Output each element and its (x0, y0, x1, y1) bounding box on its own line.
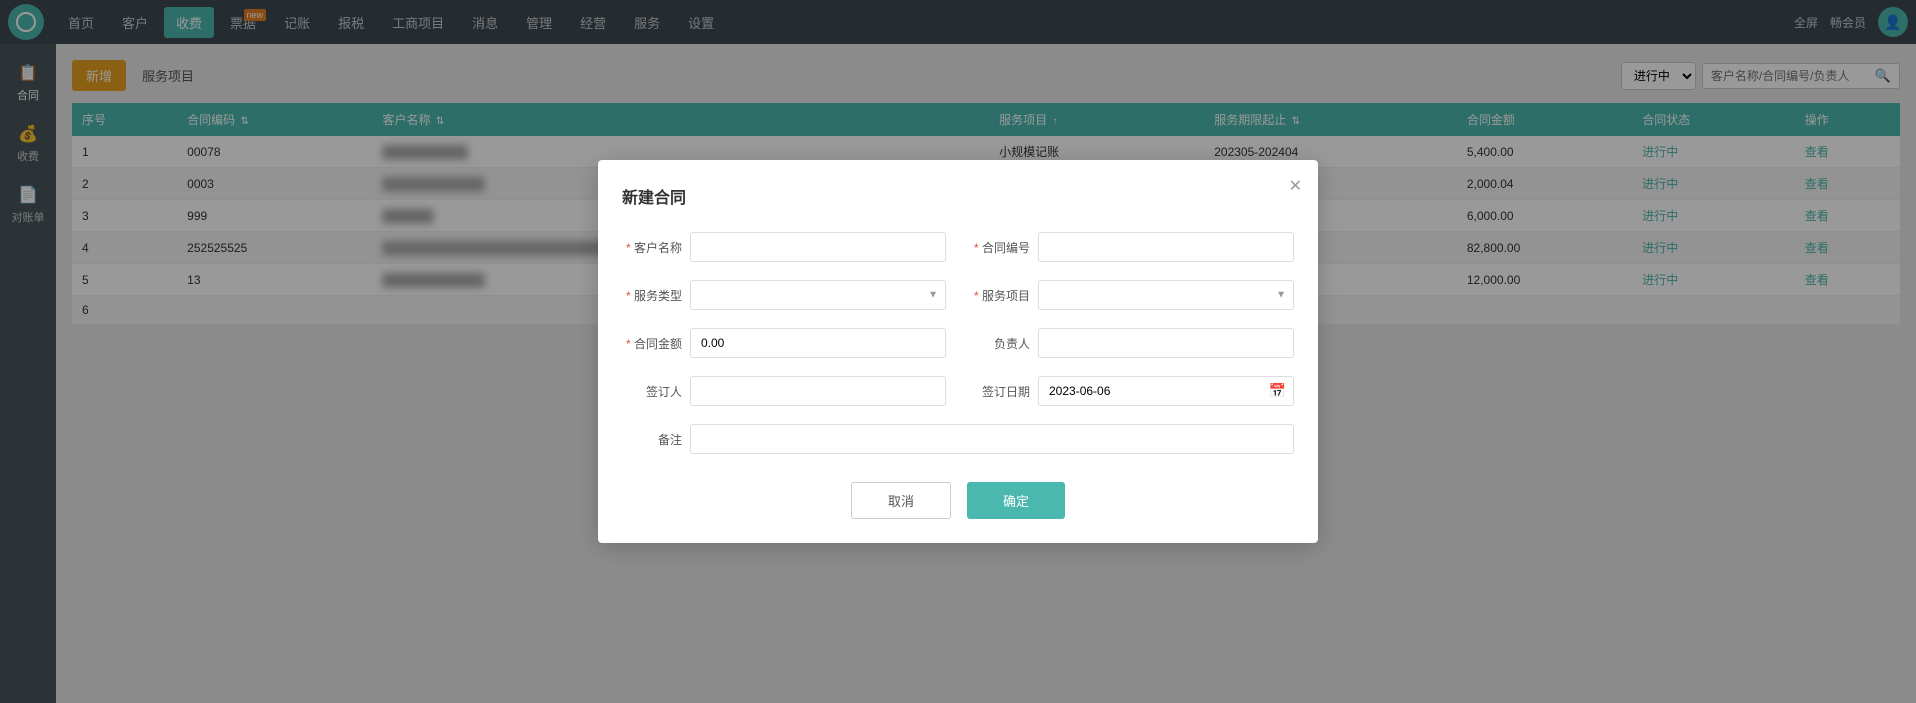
close-icon[interactable]: ✕ (1289, 176, 1302, 196)
form-row-5: 备注 (622, 424, 1294, 454)
calendar-icon[interactable]: 📅 (1269, 383, 1286, 400)
field-remark: 备注 (622, 424, 1294, 454)
label-customer-name: 客户名称 (622, 239, 682, 256)
date-wrapper-sign: 📅 (1038, 376, 1294, 406)
field-contract-amount: 合同金额 (622, 328, 946, 358)
label-contract-amount: 合同金额 (622, 335, 682, 352)
cancel-button[interactable]: 取消 (851, 482, 951, 519)
label-contract-no: 合同编号 (970, 239, 1030, 256)
label-signer: 签订人 (622, 383, 682, 400)
select-wrapper-service-item: ▼ (1038, 280, 1294, 310)
select-service-item[interactable] (1038, 280, 1294, 310)
form-row-2: 服务类型 ▼ 服务项目 ▼ (622, 280, 1294, 310)
input-sign-date[interactable] (1038, 376, 1294, 406)
input-signer[interactable] (690, 376, 946, 406)
field-responsible-person: 负责人 (970, 328, 1294, 358)
modal-footer: 取消 确定 (622, 482, 1294, 519)
field-service-type: 服务类型 ▼ (622, 280, 946, 310)
label-sign-date: 签订日期 (970, 383, 1030, 400)
new-contract-modal: ✕ 新建合同 客户名称 合同编号 服务类型 ▼ (598, 160, 1318, 543)
label-remark: 备注 (622, 431, 682, 448)
modal-overlay[interactable]: ✕ 新建合同 客户名称 合同编号 服务类型 ▼ (0, 0, 1916, 703)
field-service-item: 服务项目 ▼ (970, 280, 1294, 310)
form-row-1: 客户名称 合同编号 (622, 232, 1294, 262)
field-signer: 签订人 (622, 376, 946, 406)
form-row-4: 签订人 签订日期 📅 (622, 376, 1294, 406)
field-customer-name: 客户名称 (622, 232, 946, 262)
input-contract-no[interactable] (1038, 232, 1294, 262)
label-responsible-person: 负责人 (970, 335, 1030, 352)
input-responsible-person[interactable] (1038, 328, 1294, 358)
input-contract-amount[interactable] (690, 328, 946, 358)
field-sign-date: 签订日期 📅 (970, 376, 1294, 406)
select-wrapper-service-type: ▼ (690, 280, 946, 310)
select-service-type[interactable] (690, 280, 946, 310)
form-row-3: 合同金额 负责人 (622, 328, 1294, 358)
label-service-item: 服务项目 (970, 287, 1030, 304)
field-contract-no: 合同编号 (970, 232, 1294, 262)
label-service-type: 服务类型 (622, 287, 682, 304)
input-customer-name[interactable] (690, 232, 946, 262)
input-remark[interactable] (690, 424, 1294, 454)
modal-title: 新建合同 (622, 184, 1294, 208)
confirm-button[interactable]: 确定 (967, 482, 1065, 519)
